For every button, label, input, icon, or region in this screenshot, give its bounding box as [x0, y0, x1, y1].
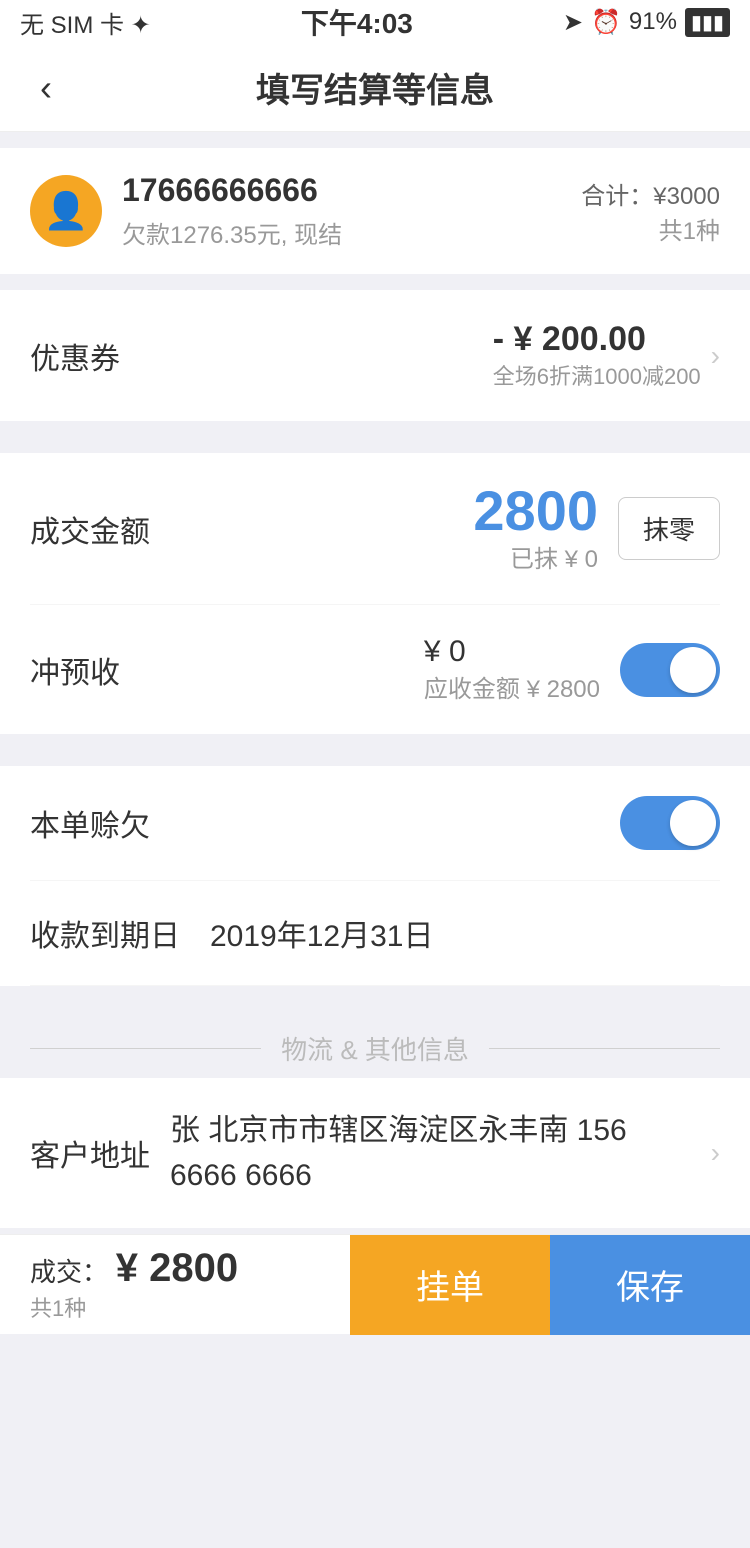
prepay-sub: 应收金额 ¥ 2800: [424, 669, 600, 704]
total-count: 共1种: [581, 211, 720, 246]
bottom-deal-line: 成交： ¥ 2800: [30, 1246, 320, 1291]
bottom-summary: 成交： ¥ 2800 共1种: [0, 1246, 350, 1323]
hold-button[interactable]: 挂单: [350, 1235, 550, 1335]
coupon-info: - ¥ 200.00 全场6折满1000减200: [493, 320, 701, 391]
form-section-2: 本单赊欠 收款到期日 2019年12月31日: [0, 766, 750, 986]
round-button[interactable]: 抹零: [618, 497, 720, 560]
customer-row: 👤 17666666666 欠款1276.35元, 现结 合计：¥3000 共1…: [0, 148, 750, 274]
total-label: 合计：¥3000: [581, 176, 720, 211]
transaction-label: 成交金额: [30, 507, 150, 551]
bottom-amount: ¥ 2800: [116, 1246, 238, 1290]
prepay-row: 冲预收 ¥ 0 应收金额 ¥ 2800: [30, 605, 720, 734]
transaction-value-area: 2800 已抹 ¥ 0 抹零: [473, 483, 720, 574]
coupon-chevron-icon: ›: [711, 340, 720, 372]
bottom-count: 共1种: [30, 1291, 320, 1323]
bottom-padding: [0, 1448, 750, 1548]
avatar: 👤: [30, 175, 102, 247]
customer-info: 17666666666 欠款1276.35元, 现结: [122, 172, 342, 250]
coupon-right: - ¥ 200.00 全场6折满1000减200 ›: [493, 320, 720, 391]
avatar-icon: 👤: [44, 190, 89, 232]
prepay-toggle[interactable]: [620, 643, 720, 697]
credit-toggle[interactable]: [620, 796, 720, 850]
due-date-label: 收款到期日: [30, 911, 180, 955]
customer-total: 合计：¥3000 共1种: [581, 176, 720, 246]
prepay-value: ¥ 0: [424, 635, 600, 669]
save-button[interactable]: 保存: [550, 1235, 750, 1335]
divider-1: [0, 274, 750, 290]
coupon-desc: 全场6折满1000减200: [493, 359, 701, 391]
transaction-row: 成交金额 2800 已抹 ¥ 0 抹零: [30, 453, 720, 605]
sim-status: 无 SIM 卡 ✦: [20, 5, 151, 40]
transaction-sub: 已抹 ¥ 0: [510, 539, 598, 574]
bottom-deal-label: 成交：: [30, 1257, 108, 1287]
back-button[interactable]: ‹: [30, 57, 62, 119]
transaction-amount: 2800: [473, 483, 598, 539]
address-row[interactable]: 客户地址 张 北京市市辖区海淀区永丰南 156 6666 6666 ›: [0, 1078, 750, 1228]
prepay-value-area: ¥ 0 应收金额 ¥ 2800: [424, 635, 600, 704]
form-section-1: 成交金额 2800 已抹 ¥ 0 抹零 冲预收 ¥ 0 应收金额 ¥ 2800: [0, 453, 750, 734]
status-left: 无 SIM 卡 ✦: [20, 5, 151, 40]
coupon-row[interactable]: 优惠券 - ¥ 200.00 全场6折满1000减200 ›: [0, 290, 750, 421]
prepay-label: 冲预收: [30, 648, 150, 692]
status-right: ➤ ⏰ 91% ▮▮▮: [563, 8, 730, 37]
logistics-label: 物流 & 其他信息: [261, 1030, 489, 1067]
divider-2: [0, 421, 750, 437]
divider-4: [0, 986, 750, 1002]
address-chevron-icon: ›: [711, 1137, 720, 1169]
credit-toggle-knob: [670, 800, 716, 846]
nav-bar: ‹ 填写结算等信息: [0, 44, 750, 132]
location-icon: ➤: [563, 8, 583, 37]
alarm-icon: ⏰: [591, 8, 621, 37]
battery-status: 91%: [629, 8, 677, 36]
transaction-text: 2800 已抹 ¥ 0: [473, 483, 598, 574]
due-date-row: 收款到期日 2019年12月31日: [30, 881, 720, 986]
customer-info-left: 👤 17666666666 欠款1276.35元, 现结: [30, 172, 342, 250]
coupon-label: 优惠券: [30, 334, 120, 378]
logistics-section: 物流 & 其他信息: [0, 1018, 750, 1078]
battery-icon: ▮▮▮: [685, 8, 730, 37]
toggle-knob: [670, 647, 716, 693]
address-value: 张 北京市市辖区海淀区永丰南 156 6666 6666: [170, 1108, 691, 1198]
page-title: 填写结算等信息: [256, 63, 494, 112]
divider-3: [0, 734, 750, 750]
prepay-right: ¥ 0 应收金额 ¥ 2800: [424, 635, 720, 704]
bottom-bar: 成交： ¥ 2800 共1种 挂单 保存: [0, 1234, 750, 1334]
due-date-value: 2019年12月31日: [210, 911, 433, 955]
coupon-amount: - ¥ 200.00: [493, 320, 701, 359]
credit-row: 本单赊欠: [30, 766, 720, 881]
address-label: 客户地址: [30, 1131, 150, 1175]
credit-label: 本单赊欠: [30, 801, 150, 845]
customer-sub-text: 欠款1276.35元, 现结: [122, 215, 342, 250]
status-bar: 无 SIM 卡 ✦ 下午4:03 ➤ ⏰ 91% ▮▮▮: [0, 0, 750, 44]
customer-phone: 17666666666: [122, 172, 342, 209]
status-time: 下午4:03: [301, 2, 413, 42]
